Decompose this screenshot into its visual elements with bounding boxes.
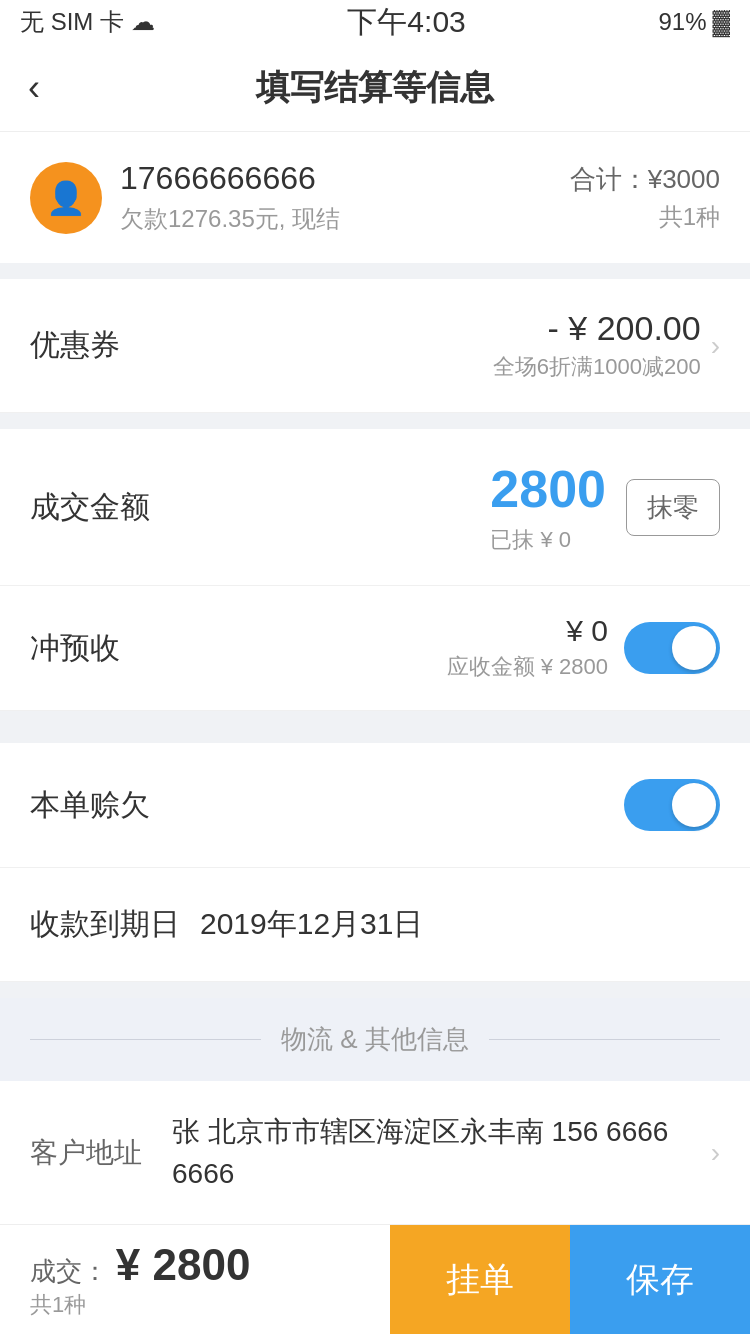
precollect-value-group: ¥ 0 应收金额 ¥ 2800 [447, 614, 608, 682]
customer-right: 合计：¥3000 共1种 [570, 162, 720, 233]
precollect-toggle[interactable] [624, 622, 720, 674]
address-content: 张 北京市市辖区海淀区永丰南 156 6666 6666 [172, 1111, 701, 1195]
hold-button[interactable]: 挂单 [390, 1225, 570, 1335]
customer-debt: 欠款1276.35元, 现结 [120, 203, 340, 235]
precollect-right: ¥ 0 应收金额 ¥ 2800 [447, 614, 720, 682]
address-chevron-icon: › [711, 1137, 720, 1169]
status-time: 下午4:03 [347, 2, 465, 43]
nav-bar: ‹ 填写结算等信息 [0, 44, 750, 132]
logistics-title: 物流 & 其他信息 [281, 1022, 469, 1057]
due-date-value: 2019年12月31日 [200, 904, 423, 945]
summary-amount: ¥ 2800 [116, 1240, 251, 1289]
precollect-amount: ¥ 0 [447, 614, 608, 648]
customer-left: 👤 17666666666 欠款1276.35元, 现结 [30, 160, 340, 235]
logistics-header: 物流 & 其他信息 [0, 998, 750, 1081]
battery-label: 91% [658, 8, 706, 36]
sim-label: 无 SIM 卡 ☁ [20, 6, 155, 38]
address-label: 客户地址 [30, 1134, 142, 1172]
logistics-line-right [489, 1039, 720, 1040]
debit-toggle-knob [672, 783, 716, 827]
gray-divider-2 [0, 711, 750, 727]
amount-right: 2800 已抹 ¥ 0 抹零 [490, 459, 720, 555]
coupon-chevron-icon: › [711, 330, 720, 362]
battery-icon: ▓ [712, 8, 730, 36]
coupon-amount: - ¥ 200.00 [493, 309, 701, 348]
avatar: 👤 [30, 162, 102, 234]
logistics-section: 物流 & 其他信息 [0, 998, 750, 1081]
coupon-info: - ¥ 200.00 全场6折满1000减200 [493, 309, 701, 382]
customer-phone: 17666666666 [120, 160, 340, 197]
coupon-row[interactable]: 优惠券 - ¥ 200.00 全场6折满1000减200 › [0, 279, 750, 413]
coupon-desc: 全场6折满1000减200 [493, 352, 701, 382]
back-button[interactable]: ‹ [28, 67, 40, 109]
toggle-knob [672, 626, 716, 670]
main-content: 👤 17666666666 欠款1276.35元, 现结 合计：¥3000 共1… [0, 132, 750, 1334]
amount-sub: 已抹 ¥ 0 [490, 525, 606, 555]
amount-section: 成交金额 2800 已抹 ¥ 0 抹零 冲预收 ¥ 0 应收金额 ¥ 2800 [0, 429, 750, 711]
due-date-label: 收款到期日 [30, 904, 180, 945]
total-label: 合计：¥3000 [570, 162, 720, 197]
amount-value-group: 2800 已抹 ¥ 0 [490, 459, 606, 555]
summary-row: 成交： ¥ 2800 [30, 1240, 360, 1290]
customer-info: 17666666666 欠款1276.35元, 现结 [120, 160, 340, 235]
bottom-bar: 成交： ¥ 2800 共1种 挂单 保存 [0, 1224, 750, 1334]
precollect-row: 冲预收 ¥ 0 应收金额 ¥ 2800 [0, 586, 750, 711]
amount-row: 成交金额 2800 已抹 ¥ 0 抹零 [0, 429, 750, 586]
summary-count: 共1种 [30, 1290, 360, 1320]
status-left: 无 SIM 卡 ☁ [20, 6, 155, 38]
summary-info: 成交： ¥ 2800 共1种 [0, 1240, 390, 1320]
debit-label: 本单赊欠 [30, 785, 150, 826]
amount-value: 2800 [490, 459, 606, 519]
due-date-row: 收款到期日 2019年12月31日 [0, 868, 750, 982]
status-right: 91% ▓ [658, 8, 730, 36]
precollect-label: 冲预收 [30, 628, 120, 669]
precollect-sub: 应收金额 ¥ 2800 [447, 652, 608, 682]
coupon-label: 优惠券 [30, 325, 120, 366]
total-count: 共1种 [570, 201, 720, 233]
round-button[interactable]: 抹零 [626, 479, 720, 536]
summary-prefix: 成交： [30, 1256, 108, 1286]
status-bar: 无 SIM 卡 ☁ 下午4:03 91% ▓ [0, 0, 750, 44]
debit-toggle[interactable] [624, 779, 720, 831]
customer-card: 👤 17666666666 欠款1276.35元, 现结 合计：¥3000 共1… [0, 132, 750, 263]
page-title: 填写结算等信息 [256, 65, 494, 111]
save-button[interactable]: 保存 [570, 1225, 750, 1335]
amount-label: 成交金额 [30, 487, 150, 528]
debit-row: 本单赊欠 [0, 743, 750, 868]
coupon-right: - ¥ 200.00 全场6折满1000减200 › [493, 309, 720, 382]
gray-divider-1 [0, 413, 750, 429]
debit-section: 本单赊欠 收款到期日 2019年12月31日 [0, 743, 750, 982]
address-row[interactable]: 客户地址 张 北京市市辖区海淀区永丰南 156 6666 6666 › [0, 1081, 750, 1225]
logistics-line-left [30, 1039, 261, 1040]
